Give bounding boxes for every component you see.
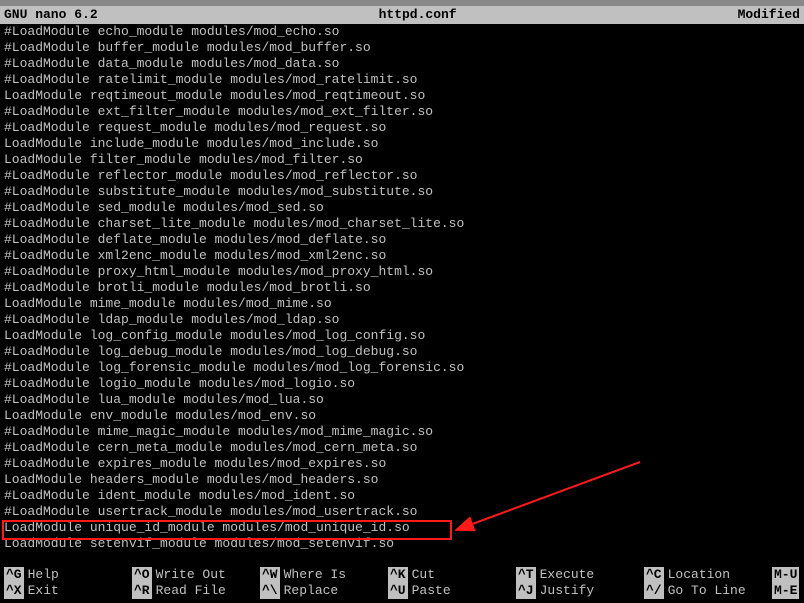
shortcut-key: ^K [388, 567, 408, 583]
editor-line[interactable]: #LoadModule reflector_module modules/mod… [4, 168, 800, 184]
editor-line[interactable]: #LoadModule expires_module modules/mod_e… [4, 456, 800, 472]
editor-line[interactable]: LoadModule headers_module modules/mod_he… [4, 472, 800, 488]
modified-status: Modified [738, 7, 800, 23]
editor-line[interactable]: #LoadModule log_debug_module modules/mod… [4, 344, 800, 360]
shortcut-item: ^GHelp [4, 567, 122, 583]
shortcut-key: ^O [132, 567, 152, 583]
shortcut-key: ^R [132, 583, 152, 599]
shortcut-item: ^UPaste [388, 583, 506, 599]
shortcut-key: ^J [516, 583, 536, 599]
shortcut-key: ^U [388, 583, 408, 599]
editor-line[interactable]: #LoadModule ext_filter_module modules/mo… [4, 104, 800, 120]
editor-line[interactable]: #LoadModule usertrack_module modules/mod… [4, 504, 800, 520]
shortcut-label: Cut [412, 567, 435, 583]
editor-line[interactable]: #LoadModule proxy_html_module modules/mo… [4, 264, 800, 280]
file-name: httpd.conf [98, 7, 738, 23]
editor-line[interactable]: #LoadModule lua_module modules/mod_lua.s… [4, 392, 800, 408]
shortcut-item: ^/Go To Line [644, 583, 762, 599]
editor-line[interactable]: #LoadModule cern_meta_module modules/mod… [4, 440, 800, 456]
shortcut-key: ^G [4, 567, 24, 583]
shortcut-label: Location [668, 567, 730, 583]
editor-line[interactable]: #LoadModule request_module modules/mod_r… [4, 120, 800, 136]
editor-line[interactable]: #LoadModule brotli_module modules/mod_br… [4, 280, 800, 296]
editor-line[interactable]: #LoadModule echo_module modules/mod_echo… [4, 24, 800, 40]
editor-line[interactable]: LoadModule setenvif_module modules/mod_s… [4, 536, 800, 552]
shortcut-label: Where Is [284, 567, 346, 583]
app-name: GNU nano 6.2 [4, 7, 98, 23]
shortcut-row-1: ^GHelp ^OWrite Out ^WWhere Is ^KCut ^TExecut… [4, 567, 800, 583]
shortcut-item: ^CLocation [644, 567, 762, 583]
shortcut-item: ^XExit [4, 583, 122, 599]
editor-line[interactable]: #LoadModule ldap_module modules/mod_ldap… [4, 312, 800, 328]
editor-line[interactable]: #LoadModule deflate_module modules/mod_d… [4, 232, 800, 248]
shortcut-item: ^JJustify [516, 583, 634, 599]
editor-line[interactable]: LoadModule log_config_module modules/mod… [4, 328, 800, 344]
shortcut-key: ^/ [644, 583, 664, 599]
shortcut-item: ^RRead File [132, 583, 250, 599]
editor-line[interactable]: #LoadModule ratelimit_module modules/mod… [4, 72, 800, 88]
shortcut-key: M-U [772, 567, 799, 583]
editor-line[interactable]: LoadModule reqtimeout_module modules/mod… [4, 88, 800, 104]
editor-line[interactable]: #LoadModule sed_module modules/mod_sed.s… [4, 200, 800, 216]
shortcut-key: ^T [516, 567, 536, 583]
shortcut-label: Read File [156, 583, 226, 599]
shortcut-key: ^X [4, 583, 24, 599]
editor-line[interactable]: #LoadModule data_module modules/mod_data… [4, 56, 800, 72]
shortcut-item: M-ERedo [772, 583, 804, 599]
editor-line[interactable]: LoadModule env_module modules/mod_env.so [4, 408, 800, 424]
editor-line[interactable]: LoadModule include_module modules/mod_in… [4, 136, 800, 152]
shortcut-item: ^\Replace [260, 583, 378, 599]
editor-line[interactable]: #LoadModule charset_lite_module modules/… [4, 216, 800, 232]
editor-line[interactable]: LoadModule mime_module modules/mod_mime.… [4, 296, 800, 312]
editor-line[interactable]: #LoadModule mime_magic_module modules/mo… [4, 424, 800, 440]
editor-area[interactable]: #LoadModule echo_module modules/mod_echo… [0, 24, 804, 552]
shortcut-label: Replace [284, 583, 339, 599]
shortcut-bar: ^GHelp ^OWrite Out ^WWhere Is ^KCut ^TExecut… [4, 567, 800, 599]
editor-line[interactable]: LoadModule unique_id_module modules/mod_… [4, 520, 800, 536]
shortcut-item: ^TExecute [516, 567, 634, 583]
shortcut-row-2: ^XExit ^RRead File ^\Replace ^UPaste ^JJusti… [4, 583, 800, 599]
editor-line[interactable]: #LoadModule log_forensic_module modules/… [4, 360, 800, 376]
shortcut-label: Justify [540, 583, 595, 599]
shortcut-label: Help [28, 567, 59, 583]
shortcut-item: ^OWrite Out [132, 567, 250, 583]
editor-line[interactable]: #LoadModule buffer_module modules/mod_bu… [4, 40, 800, 56]
shortcut-key: M-E [772, 583, 799, 599]
editor-line[interactable]: #LoadModule xml2enc_module modules/mod_x… [4, 248, 800, 264]
shortcut-key: ^C [644, 567, 664, 583]
shortcut-key: ^\ [260, 583, 280, 599]
nano-titlebar: GNU nano 6.2 httpd.conf Modified [0, 6, 804, 24]
shortcut-label: Execute [540, 567, 595, 583]
editor-line[interactable]: #LoadModule substitute_module modules/mo… [4, 184, 800, 200]
shortcut-label: Paste [412, 583, 451, 599]
editor-line[interactable]: #LoadModule logio_module modules/mod_log… [4, 376, 800, 392]
shortcut-label: Write Out [156, 567, 226, 583]
shortcut-item: ^WWhere Is [260, 567, 378, 583]
shortcut-item: M-UUndo [772, 567, 804, 583]
shortcut-label: Exit [28, 583, 59, 599]
editor-line[interactable]: LoadModule filter_module modules/mod_fil… [4, 152, 800, 168]
editor-line[interactable]: #LoadModule ident_module modules/mod_ide… [4, 488, 800, 504]
shortcut-item: ^KCut [388, 567, 506, 583]
shortcut-label: Go To Line [668, 583, 746, 599]
shortcut-key: ^W [260, 567, 280, 583]
